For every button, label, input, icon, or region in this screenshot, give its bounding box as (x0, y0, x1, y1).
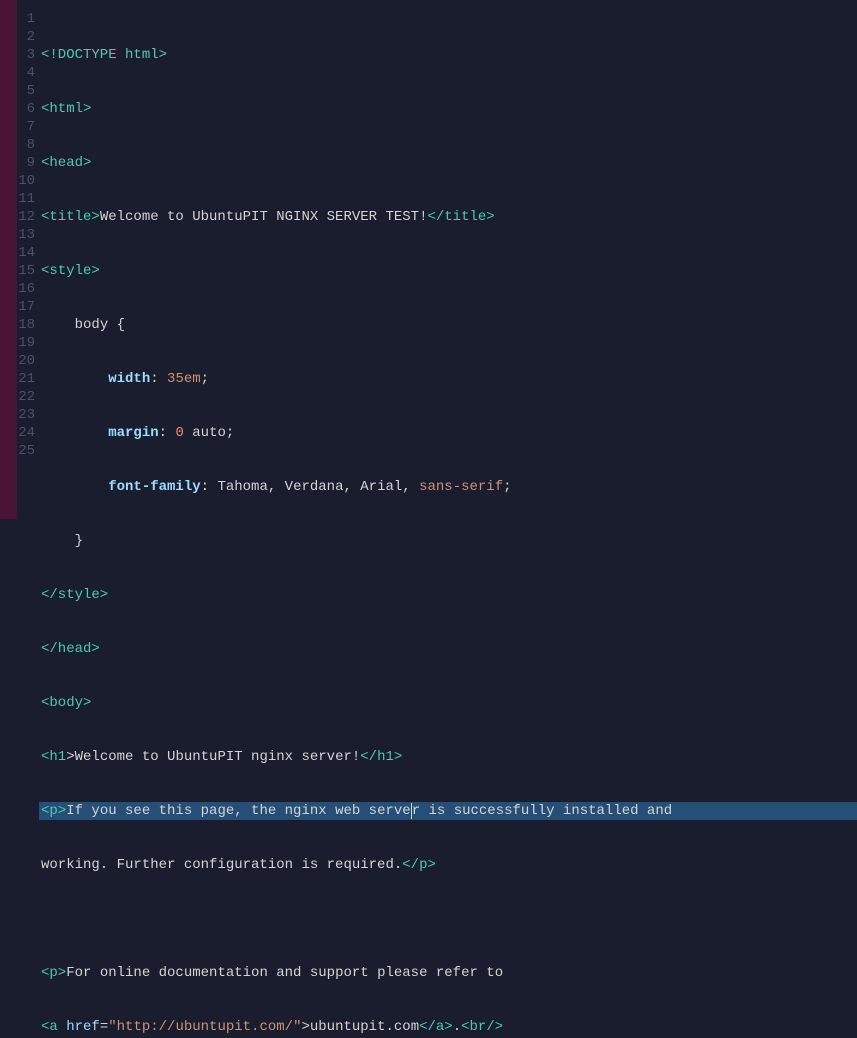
line-number: 13 (17, 226, 35, 244)
line-number: 8 (17, 136, 35, 154)
line-number: 21 (17, 370, 35, 388)
line-number: 12 (17, 208, 35, 226)
code-line: <head> (39, 154, 857, 172)
text-cursor (411, 803, 412, 819)
code-line: body { (39, 316, 857, 334)
line-number: 22 (17, 388, 35, 406)
line-number: 2 (17, 28, 35, 46)
line-number: 6 (17, 100, 35, 118)
code-editor-area[interactable]: <!DOCTYPE html> <html> <head> <title>Wel… (39, 0, 857, 519)
code-line: <body> (39, 694, 857, 712)
code-line: </style> (39, 586, 857, 604)
code-line: <a href="http://ubuntupit.com/">ubuntupi… (39, 1018, 857, 1036)
line-number: 25 (17, 442, 35, 460)
line-number: 4 (17, 64, 35, 82)
line-number: 1 (17, 10, 35, 28)
line-number: 3 (17, 46, 35, 64)
code-line: <html> (39, 100, 857, 118)
line-number: 15 (17, 262, 35, 280)
line-number: 24 (17, 424, 35, 442)
code-line: working. Further configuration is requir… (39, 856, 857, 874)
line-number: 23 (17, 406, 35, 424)
code-line: <!DOCTYPE html> (39, 46, 857, 64)
code-line: <style> (39, 262, 857, 280)
line-number: 11 (17, 190, 35, 208)
line-number: 18 (17, 316, 35, 334)
code-line: <p>For online documentation and support … (39, 964, 857, 982)
code-line-active: <p>If you see this page, the nginx web s… (39, 802, 857, 820)
line-number: 10 (17, 172, 35, 190)
code-line: font-family: Tahoma, Verdana, Arial, san… (39, 478, 857, 496)
line-number: 16 (17, 280, 35, 298)
activity-bar-strip (0, 0, 17, 519)
line-number: 5 (17, 82, 35, 100)
line-number-gutter: 1 2 3 4 5 6 7 8 9 10 11 12 13 14 15 16 1… (17, 0, 39, 519)
code-line: margin: 0 auto; (39, 424, 857, 442)
line-number: 20 (17, 352, 35, 370)
line-number: 17 (17, 298, 35, 316)
code-line (39, 910, 857, 928)
line-number: 14 (17, 244, 35, 262)
code-line: </head> (39, 640, 857, 658)
code-line: <h1>Welcome to UbuntuPIT nginx server!</… (39, 748, 857, 766)
line-number: 7 (17, 118, 35, 136)
line-number: 9 (17, 154, 35, 172)
code-line: } (39, 532, 857, 550)
line-number: 19 (17, 334, 35, 352)
code-line: <title>Welcome to UbuntuPIT NGINX SERVER… (39, 208, 857, 226)
code-line: width: 35em; (39, 370, 857, 388)
